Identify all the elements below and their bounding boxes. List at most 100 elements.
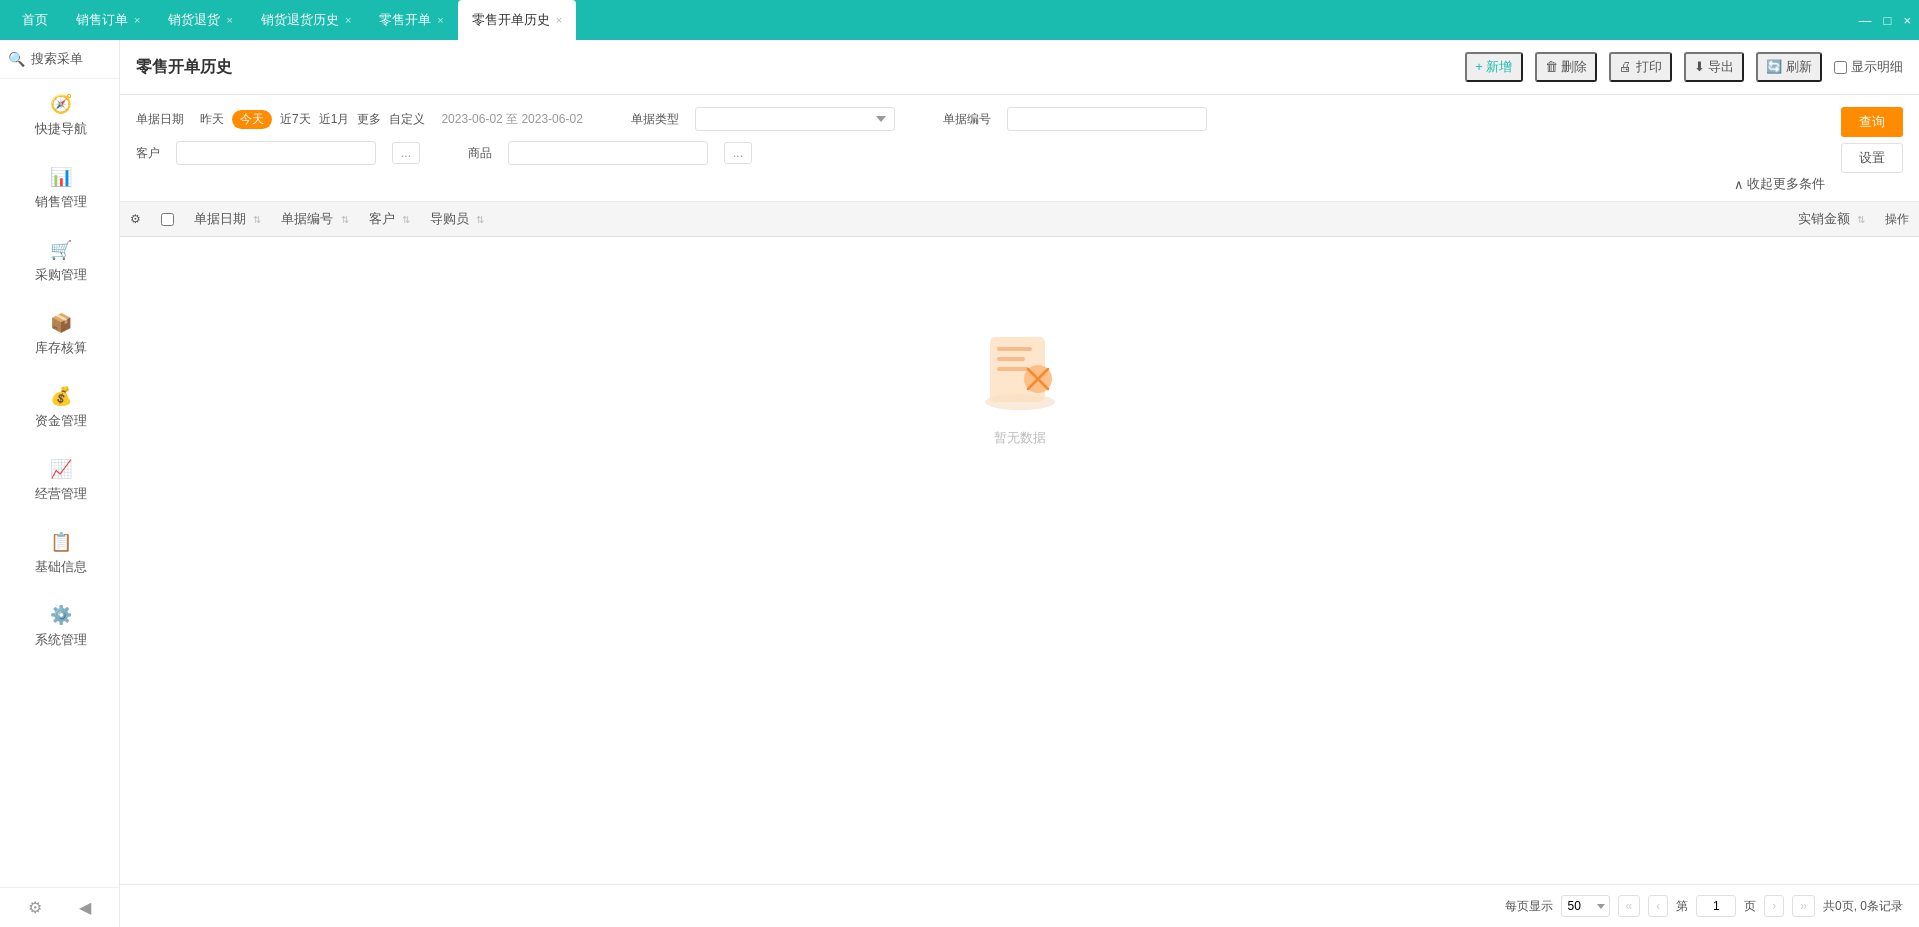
tabs-container: 首页销售订单×销货退货×销货退货历史×零售开单×零售开单历史× (8, 0, 1859, 40)
sidebar-items: 🧭 快捷导航 📊 销售管理 🛒 采购管理 📦 库存核算 💰 资金管理 📈 经营管… (0, 79, 119, 663)
doc-type-select[interactable] (695, 107, 895, 131)
window-close-btn[interactable]: × (1903, 13, 1911, 28)
sidebar-label-sales-mgmt: 销售管理 (35, 193, 87, 211)
tab-close-sales-return-history[interactable]: × (345, 14, 351, 26)
date-shortcut-近7天[interactable]: 近7天 (280, 111, 311, 128)
col-date[interactable]: 单据日期 ⇅ (184, 202, 271, 237)
first-page-btn[interactable]: « (1618, 895, 1641, 917)
tab-sales-order[interactable]: 销售订单 × (62, 0, 154, 40)
tab-retail-open[interactable]: 零售开单 × (365, 0, 457, 40)
page-label: 第 (1676, 898, 1688, 915)
tab-retail-open-history[interactable]: 零售开单历史× (458, 0, 576, 40)
sidebar-label-finance: 资金管理 (35, 412, 87, 430)
search-sidebar-item[interactable]: 🔍 搜索采单 (0, 40, 119, 79)
tab-close-retail-open[interactable]: × (437, 14, 443, 26)
date-shortcut-更多[interactable]: 更多 (357, 111, 381, 128)
sidebar-item-system[interactable]: ⚙️ 系统管理 (0, 590, 119, 663)
sidebar-icon-quick-nav: 🧭 (50, 93, 72, 115)
window-max-btn[interactable]: □ (1884, 13, 1892, 28)
col-date-label: 单据日期 (194, 211, 246, 226)
tab-label-retail-open: 零售开单 (379, 11, 431, 29)
col-salesperson[interactable]: 导购员 ⇅ (420, 202, 494, 237)
col-no[interactable]: 单据编号 ⇅ (271, 202, 358, 237)
sidebar-item-finance[interactable]: 💰 资金管理 (0, 371, 119, 444)
query-button[interactable]: 查询 (1841, 107, 1903, 137)
doc-no-label: 单据编号 (943, 111, 991, 128)
date-shortcut-今天[interactable]: 今天 (232, 110, 272, 129)
export-button[interactable]: ⬇ 导出 (1684, 52, 1745, 82)
new-button[interactable]: + 新增 (1465, 52, 1522, 82)
show-detail-input[interactable] (1834, 61, 1847, 74)
collapse-btn[interactable]: ∧ 收起更多条件 (1734, 175, 1825, 193)
tab-label-sales-return-history: 销货退货历史 (261, 11, 339, 29)
sidebar-icon-basic-info: 📋 (50, 531, 72, 553)
date-shortcut-昨天[interactable]: 昨天 (200, 111, 224, 128)
col-salesperson-sort: ⇅ (476, 214, 484, 225)
sidebar-item-inventory[interactable]: 📦 库存核算 (0, 298, 119, 371)
show-detail-checkbox[interactable]: 显示明细 (1834, 58, 1903, 76)
page-input[interactable] (1696, 895, 1736, 917)
last-page-btn[interactable]: » (1792, 895, 1815, 917)
refresh-button[interactable]: 🔄 刷新 (1756, 52, 1822, 82)
sidebar-item-business[interactable]: 📈 经营管理 (0, 444, 119, 517)
goods-ellipsis-btn[interactable]: ... (724, 142, 752, 164)
table-settings-col[interactable]: ⚙ (120, 202, 151, 237)
next-page-btn[interactable]: › (1764, 895, 1784, 917)
tab-close-sales-return[interactable]: × (226, 14, 232, 26)
collapse-label: 收起更多条件 (1747, 175, 1825, 193)
select-all-checkbox[interactable] (161, 213, 174, 226)
col-customer[interactable]: 客户 ⇅ (359, 202, 420, 237)
col-middle-spacer (494, 202, 1787, 237)
col-amount[interactable]: 实销金额 ⇅ (1788, 202, 1875, 237)
collapse-row: ∧ 收起更多条件 (136, 175, 1825, 193)
sidebar-label-system: 系统管理 (35, 631, 87, 649)
page-size-select[interactable]: 102050100 (1561, 895, 1610, 917)
filter-row-1: 单据日期 昨天今天近7天近1月更多自定义 2023-06-02 至 2023-0… (136, 107, 1825, 131)
customer-ellipsis-btn[interactable]: ... (392, 142, 420, 164)
sidebar-item-basic-info[interactable]: 📋 基础信息 (0, 517, 119, 590)
page-title: 零售开单历史 (136, 57, 232, 78)
sidebar-item-sales-mgmt[interactable]: 📊 销售管理 (0, 152, 119, 225)
print-button[interactable]: 🖨 打印 (1609, 52, 1672, 82)
window-min-btn[interactable]: — (1859, 13, 1872, 28)
tab-label-sales-order: 销售订单 (76, 11, 128, 29)
tab-sales-return-history[interactable]: 销货退货历史 × (247, 0, 365, 40)
sidebar-collapse-icon[interactable]: ◀ (79, 898, 91, 917)
pagination: 每页显示 102050100 « ‹ 第 页 › » 共0页, 0条记录 (120, 884, 1919, 927)
date-shortcut-近1月[interactable]: 近1月 (319, 111, 350, 128)
col-salesperson-label: 导购员 (430, 211, 469, 226)
sidebar-label-inventory: 库存核算 (35, 339, 87, 357)
filter-settings-button[interactable]: 设置 (1841, 143, 1903, 173)
date-shortcut-自定义[interactable]: 自定义 (389, 111, 425, 128)
tab-sales-return[interactable]: 销货退货× (154, 0, 246, 40)
filter-area: 单据日期 昨天今天近7天近1月更多自定义 2023-06-02 至 2023-0… (120, 95, 1919, 202)
tab-close-retail-open-history[interactable]: × (556, 14, 562, 26)
tab-home[interactable]: 首页 (8, 0, 62, 40)
customer-input[interactable] (176, 141, 376, 165)
goods-input[interactable] (508, 141, 708, 165)
data-table: ⚙ 单据日期 ⇅ 单据编号 ⇅ (120, 202, 1919, 237)
sidebar-icon-purchase-mgmt: 🛒 (50, 239, 72, 261)
table-area: ⚙ 单据日期 ⇅ 单据编号 ⇅ (120, 202, 1919, 884)
content-area: 零售开单历史 + 新增 🗑 删除 🖨 打印 ⬇ 导出 🔄 刷新 显示明细 单 (120, 40, 1919, 927)
col-date-sort: ⇅ (253, 214, 261, 225)
sidebar-label-basic-info: 基础信息 (35, 558, 87, 576)
page-header: 零售开单历史 + 新增 🗑 删除 🖨 打印 ⬇ 导出 🔄 刷新 显示明细 (120, 40, 1919, 95)
sidebar-label-quick-nav: 快捷导航 (35, 120, 87, 138)
window-controls: — □ × (1859, 13, 1911, 28)
show-detail-label: 显示明细 (1851, 58, 1903, 76)
col-action: 操作 (1875, 202, 1919, 237)
collapse-arrow-icon: ∧ (1734, 177, 1744, 192)
doc-type-label: 单据类型 (631, 111, 679, 128)
per-page-label: 每页显示 (1505, 898, 1553, 915)
sidebar-item-purchase-mgmt[interactable]: 🛒 采购管理 (0, 225, 119, 298)
delete-button[interactable]: 🗑 删除 (1535, 52, 1598, 82)
tab-close-sales-order[interactable]: × (134, 14, 140, 26)
doc-no-input[interactable] (1007, 107, 1207, 131)
sidebar-icon-business: 📈 (50, 458, 72, 480)
sidebar-item-quick-nav[interactable]: 🧭 快捷导航 (0, 79, 119, 152)
empty-state: 暂无数据 (120, 237, 1919, 527)
prev-page-btn[interactable]: ‹ (1648, 895, 1668, 917)
sidebar-settings-icon[interactable]: ⚙ (28, 898, 42, 917)
svg-rect-2 (997, 347, 1032, 351)
